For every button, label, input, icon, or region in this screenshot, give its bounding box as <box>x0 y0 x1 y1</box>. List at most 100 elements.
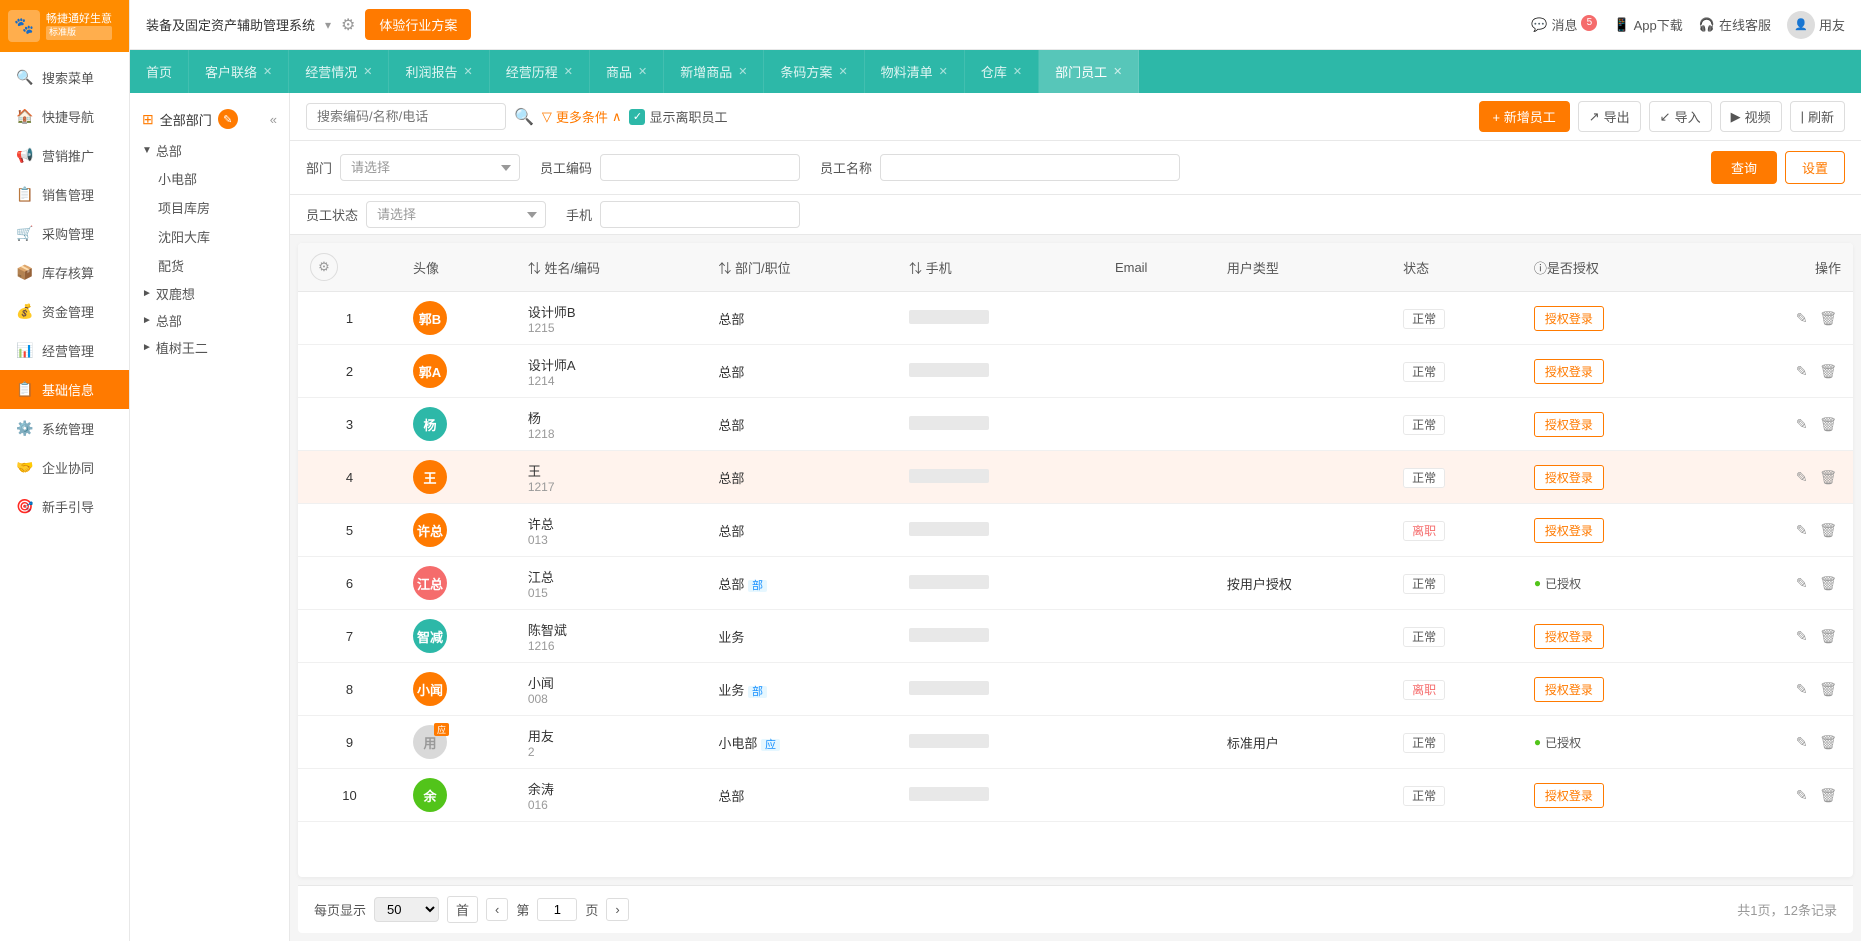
emp-code-input[interactable] <box>600 154 800 181</box>
dept-group-0[interactable]: ▼总部 <box>130 137 289 164</box>
delete-btn-9[interactable]: 🗑 <box>1815 785 1841 806</box>
app-download-btn[interactable]: 📱 App下载 <box>1613 15 1682 34</box>
search-input[interactable] <box>306 103 506 130</box>
delete-btn-0[interactable]: 🗑 <box>1815 308 1841 329</box>
auth-btn-0[interactable]: 授权登录 <box>1534 306 1604 331</box>
sidebar-item-basic[interactable]: 📋基础信息 <box>0 370 129 409</box>
delete-btn-8[interactable]: 🗑 <box>1815 732 1841 753</box>
sidebar-item-corp[interactable]: 🤝企业协同 <box>0 448 129 487</box>
sidebar-item-quick-nav[interactable]: 🏠快捷导航 <box>0 97 129 136</box>
refresh-btn[interactable]: | 刷新 <box>1790 101 1845 132</box>
navtab-profit[interactable]: 利润报告✕ <box>389 50 489 93</box>
dept-item-0-0[interactable]: 小电部 <box>130 164 289 193</box>
navtab-close-materials[interactable]: ✕ <box>939 65 948 78</box>
navtab-close-new-goods[interactable]: ✕ <box>738 65 747 78</box>
online-service-btn[interactable]: 🎧 在线客服 <box>1699 15 1771 34</box>
navtab-close-profit[interactable]: ✕ <box>464 65 473 78</box>
delete-btn-1[interactable]: 🗑 <box>1815 361 1841 382</box>
navtab-goods[interactable]: 商品✕ <box>590 50 664 93</box>
emp-name-input[interactable] <box>880 154 1180 181</box>
dept-filter-select[interactable]: 请选择 <box>340 154 520 181</box>
delete-btn-3[interactable]: 🗑 <box>1815 467 1841 488</box>
edit-btn-0[interactable]: ✎ <box>1792 308 1812 329</box>
query-btn[interactable]: 查询 <box>1711 151 1777 184</box>
delete-btn-5[interactable]: 🗑 <box>1815 573 1841 594</box>
dept-group-1[interactable]: ►双鹿想 <box>130 280 289 307</box>
col-name-code[interactable]: ⇅ 姓名/编码 <box>516 243 707 292</box>
topbar-dropdown-icon[interactable]: ▾ <box>325 18 331 32</box>
navtab-close-goods[interactable]: ✕ <box>638 65 647 78</box>
col-phone[interactable]: ⇅ 手机 <box>897 243 1103 292</box>
add-employee-btn[interactable]: + 新增员工 <box>1479 101 1570 132</box>
search-btn[interactable]: 🔍 <box>514 107 534 127</box>
delete-btn-2[interactable]: 🗑 <box>1815 414 1841 435</box>
delete-btn-4[interactable]: 🗑 <box>1815 520 1841 541</box>
emp-status-select[interactable]: 请选择 <box>366 201 546 228</box>
navtab-close-warehouse[interactable]: ✕ <box>1013 65 1022 78</box>
navtab-warehouse[interactable]: 仓库✕ <box>965 50 1039 93</box>
per-page-select[interactable]: 50 <box>374 897 439 922</box>
dept-item-0-1[interactable]: 项目库房 <box>130 193 289 222</box>
auth-btn-9[interactable]: 授权登录 <box>1534 783 1604 808</box>
navtab-history[interactable]: 经营历程✕ <box>490 50 590 93</box>
auth-btn-2[interactable]: 授权登录 <box>1534 412 1604 437</box>
dept-group-2[interactable]: ►总部 <box>130 307 289 334</box>
sidebar-item-guide[interactable]: 🎯新手引导 <box>0 487 129 526</box>
show-resigned-check[interactable]: ✓ 显示离职员工 <box>629 107 727 126</box>
sidebar-item-purchase[interactable]: 🛒采购管理 <box>0 214 129 253</box>
edit-btn-4[interactable]: ✎ <box>1792 520 1812 541</box>
auth-btn-1[interactable]: 授权登录 <box>1534 359 1604 384</box>
navtab-customer[interactable]: 客户联络✕ <box>189 50 289 93</box>
delete-btn-6[interactable]: 🗑 <box>1815 626 1841 647</box>
sidebar-item-inventory[interactable]: 📦库存核算 <box>0 253 129 292</box>
delete-btn-7[interactable]: 🗑 <box>1815 679 1841 700</box>
navtab-barcode[interactable]: 条码方案✕ <box>764 50 864 93</box>
edit-btn-7[interactable]: ✎ <box>1792 679 1812 700</box>
user-menu[interactable]: 👤 用友 <box>1787 11 1845 39</box>
auth-btn-7[interactable]: 授权登录 <box>1534 677 1604 702</box>
navtab-close-history[interactable]: ✕ <box>564 65 573 78</box>
dept-group-3[interactable]: ►植树王二 <box>130 334 289 361</box>
edit-btn-8[interactable]: ✎ <box>1792 732 1812 753</box>
navtab-close-customer[interactable]: ✕ <box>263 65 272 78</box>
edit-btn-1[interactable]: ✎ <box>1792 361 1812 382</box>
sidebar-item-search-menu[interactable]: 🔍搜索菜单 <box>0 58 129 97</box>
phone-input[interactable] <box>600 201 800 228</box>
table-settings-icon[interactable]: ⚙ <box>310 253 338 281</box>
navtab-close-barcode[interactable]: ✕ <box>838 65 847 78</box>
navtab-close-dept-employee[interactable]: ✕ <box>1113 65 1122 78</box>
page-number-input[interactable] <box>537 898 577 921</box>
more-filters-btn[interactable]: ▽ 更多条件 ∧ <box>542 107 622 126</box>
first-page-btn[interactable]: 首 <box>447 896 478 923</box>
edit-btn-6[interactable]: ✎ <box>1792 626 1812 647</box>
dept-item-0-3[interactable]: 配货 <box>130 251 289 280</box>
dept-item-0-2[interactable]: 沈阳大库 <box>130 222 289 251</box>
navtab-materials[interactable]: 物料清单✕ <box>865 50 965 93</box>
edit-btn-2[interactable]: ✎ <box>1792 414 1812 435</box>
prev-page-btn[interactable]: ‹ <box>486 898 508 921</box>
navtab-new-goods[interactable]: 新增商品✕ <box>664 50 764 93</box>
auth-btn-4[interactable]: 授权登录 <box>1534 518 1604 543</box>
show-resigned-checkbox[interactable]: ✓ <box>629 109 645 125</box>
export-btn[interactable]: ↗ 导出 <box>1578 101 1641 132</box>
col-dept[interactable]: ⇅ 部门/职位 <box>706 243 897 292</box>
sidebar-item-marketing[interactable]: 📢营销推广 <box>0 136 129 175</box>
sidebar-item-system[interactable]: ⚙️系统管理 <box>0 409 129 448</box>
next-page-btn[interactable]: › <box>606 898 628 921</box>
trial-btn[interactable]: 体验行业方案 <box>365 9 471 40</box>
sidebar-item-capital[interactable]: 💰资金管理 <box>0 292 129 331</box>
navtab-close-finance[interactable]: ✕ <box>363 65 372 78</box>
navtab-dept-employee[interactable]: 部门员工✕ <box>1039 50 1139 93</box>
auth-btn-3[interactable]: 授权登录 <box>1534 465 1604 490</box>
topbar-settings-icon[interactable]: ⚙ <box>341 15 355 35</box>
sidebar-item-sales[interactable]: 📋销售管理 <box>0 175 129 214</box>
view-btn[interactable]: ▶ 视频 <box>1720 101 1782 132</box>
dept-edit-icon[interactable]: ✎ <box>218 109 238 129</box>
edit-btn-9[interactable]: ✎ <box>1792 785 1812 806</box>
auth-btn-6[interactable]: 授权登录 <box>1534 624 1604 649</box>
edit-btn-3[interactable]: ✎ <box>1792 467 1812 488</box>
edit-btn-5[interactable]: ✎ <box>1792 573 1812 594</box>
message-btn[interactable]: 💬 消息 5 <box>1531 15 1597 34</box>
navtab-finance[interactable]: 经营情况✕ <box>289 50 389 93</box>
dept-tree-collapse-btn[interactable]: « <box>270 112 277 127</box>
